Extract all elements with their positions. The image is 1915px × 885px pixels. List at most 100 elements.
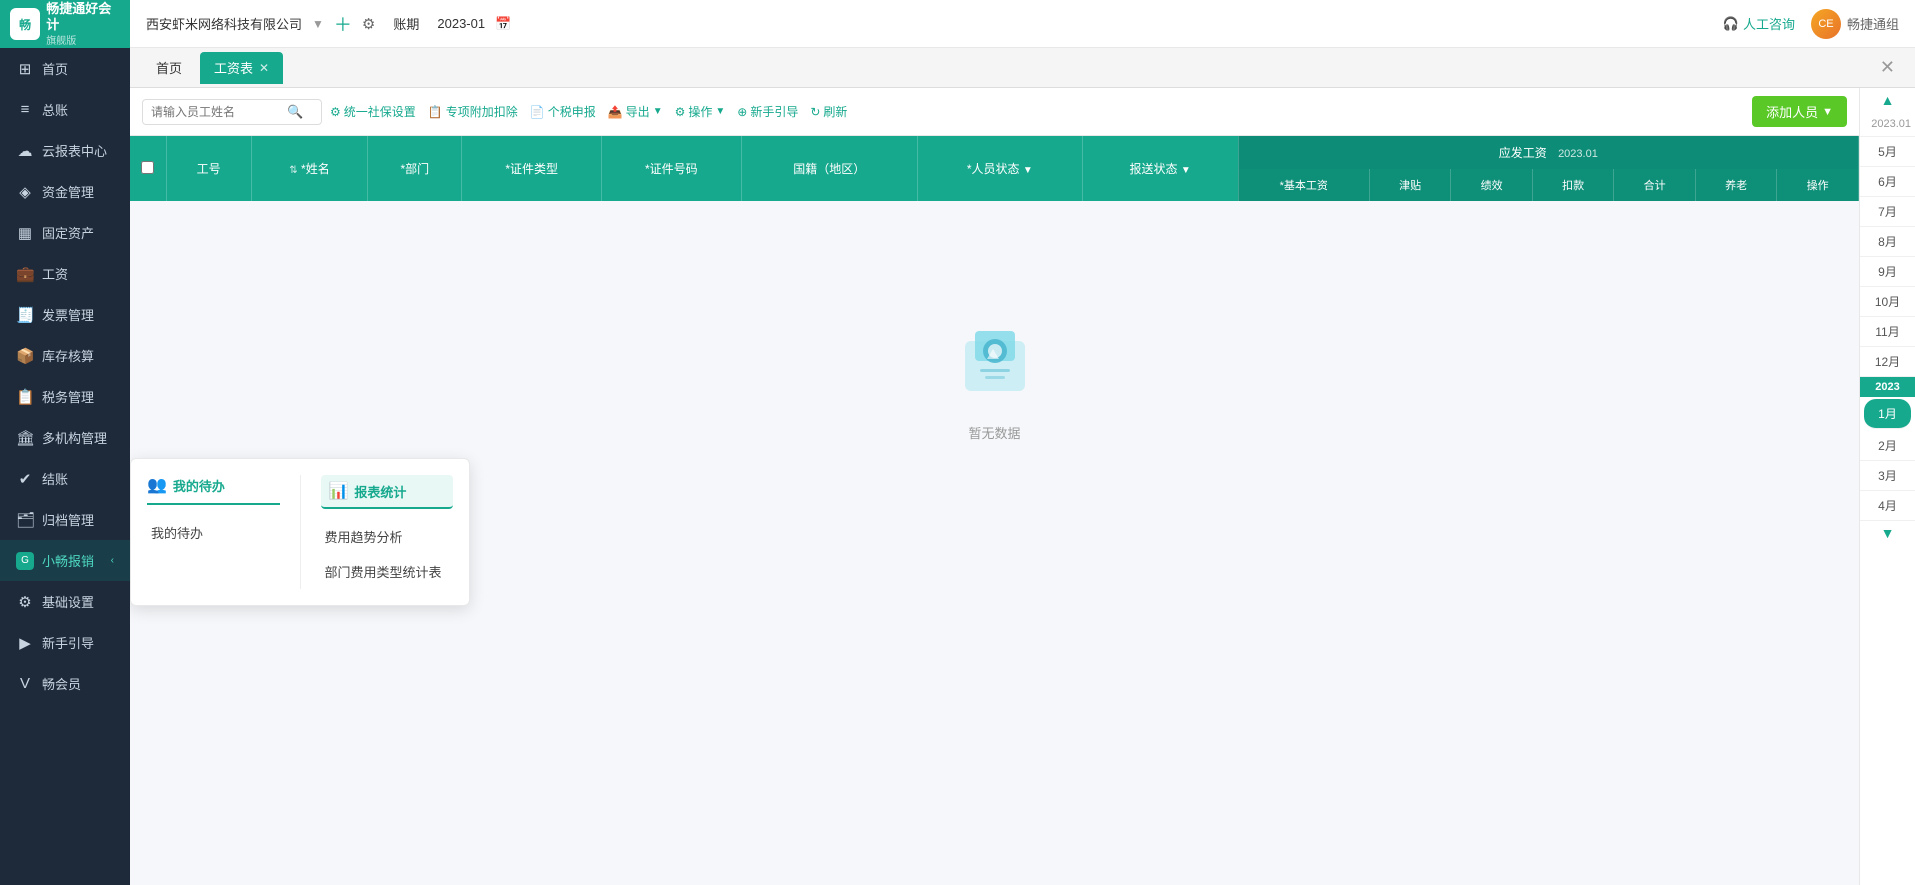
report-status-filter-icon[interactable]: ▼ xyxy=(1181,165,1191,176)
user-menu-button[interactable]: CE 畅捷通组 xyxy=(1811,9,1899,39)
sidebar-item-member[interactable]: V 畅会员 xyxy=(0,663,130,704)
sidebar-label-checkout: 结账 xyxy=(42,469,68,488)
sidebar-label-inventory: 库存核算 xyxy=(42,346,94,365)
sidebar-item-invoice[interactable]: 🧾 发票管理 xyxy=(0,294,130,335)
header-country: 国籍（地区） xyxy=(741,136,917,201)
export-action[interactable]: 📤 导出 ▼ xyxy=(608,103,663,120)
header-checkbox[interactable] xyxy=(130,136,166,201)
company-settings-icon[interactable]: ⚙ xyxy=(362,15,375,33)
tab-salary[interactable]: 工资表 ✕ xyxy=(200,52,283,84)
month-6[interactable]: 6月 xyxy=(1860,167,1915,197)
sidebar-item-tax[interactable]: 📋 税务管理 xyxy=(0,376,130,417)
sidebar-item-basic-settings[interactable]: ⚙ 基础设置 xyxy=(0,581,130,622)
month-4[interactable]: 4月 xyxy=(1860,491,1915,521)
refresh-action[interactable]: ↻ 刷新 xyxy=(810,103,847,120)
popup-expense-trend[interactable]: 费用趋势分析 xyxy=(321,519,454,554)
sidebar-item-archive[interactable]: 🗂 归档管理 xyxy=(0,499,130,540)
period-value: 2023-01 xyxy=(437,16,485,31)
cloud-icon: ☁ xyxy=(16,142,34,160)
main-area: 西安虾米网络科技有限公司 ▼ ＋ ⚙ 账期 2023-01 📅 🎧 人工咨询 C… xyxy=(130,0,1915,885)
salary-icon: 💼 xyxy=(16,265,34,283)
popup-todo-title: 我的待办 xyxy=(173,476,225,495)
special-deduct-label: 专项附加扣除 xyxy=(446,103,518,120)
month-1[interactable]: 1月 xyxy=(1864,399,1911,429)
month-10[interactable]: 10月 xyxy=(1860,287,1915,317)
header-job-no: 工号 xyxy=(166,136,251,201)
select-all-checkbox[interactable] xyxy=(141,161,154,174)
sub-header-performance: 绩效 xyxy=(1451,169,1533,201)
personal-tax-action[interactable]: 📄 个税申报 xyxy=(530,103,596,120)
support-button[interactable]: 🎧 人工咨询 xyxy=(1723,14,1795,33)
sidebar-item-expense[interactable]: G 小畅报销 ‹ xyxy=(0,540,130,581)
name-sort-icon[interactable]: ⇅ xyxy=(289,165,297,176)
popup-col-todo: 👥 我的待办 我的待办 xyxy=(147,475,280,589)
app-logo: 畅 畅捷通好会计 旗舰版 xyxy=(0,0,130,48)
sidebar-label-archive: 归档管理 xyxy=(42,510,94,529)
sidebar-label-member: 畅会员 xyxy=(42,674,81,693)
calendar-icon[interactable]: 📅 xyxy=(495,16,511,32)
popup-columns: 👥 我的待办 我的待办 📊 报表统计 费用趋势分析 部门费用类型统计表 xyxy=(131,459,469,605)
month-7[interactable]: 7月 xyxy=(1860,197,1915,227)
prev-year-label: 2023.01 xyxy=(1860,112,1915,137)
social-insurance-action[interactable]: ⚙ 统一社保设置 xyxy=(330,103,416,120)
sidebar-item-fixed-assets[interactable]: ▦ 固定资产 xyxy=(0,212,130,253)
social-insurance-icon: ⚙ xyxy=(330,105,341,119)
sidebar-item-home[interactable]: ⊞ 首页 xyxy=(0,48,130,89)
checkout-icon: ✔ xyxy=(16,470,34,488)
search-box[interactable]: 🔍 xyxy=(142,99,322,125)
month-9[interactable]: 9月 xyxy=(1860,257,1915,287)
sidebar-label-settings: 基础设置 xyxy=(42,592,94,611)
social-insurance-label: 统一社保设置 xyxy=(344,103,416,120)
month-11[interactable]: 11月 xyxy=(1860,317,1915,347)
month-3[interactable]: 3月 xyxy=(1860,461,1915,491)
add-person-button[interactable]: 添加人员 ▼ xyxy=(1752,96,1847,127)
expense-icon: G xyxy=(16,552,34,570)
sub-header-total: 合计 xyxy=(1614,169,1696,201)
special-deduct-icon: 📋 xyxy=(428,105,443,119)
sidebar-label-invoice: 发票管理 xyxy=(42,305,94,324)
sidebar-item-cloud-report[interactable]: ☁ 云报表中心 xyxy=(0,130,130,171)
add-person-arrow-icon: ▼ xyxy=(1822,106,1833,118)
month-up-nav[interactable]: ▲ xyxy=(1860,88,1915,112)
todo-header-icon: 👥 xyxy=(147,475,167,495)
month-8[interactable]: 8月 xyxy=(1860,227,1915,257)
year-2023-label: 2023 xyxy=(1860,377,1915,397)
special-deduct-action[interactable]: 📋 专项附加扣除 xyxy=(428,103,518,120)
popup-dept-expense[interactable]: 部门费用类型统计表 xyxy=(321,554,454,589)
year-label: 2023.01 xyxy=(1558,148,1598,160)
person-status-filter-icon[interactable]: ▼ xyxy=(1023,165,1033,176)
tab-home-label: 首页 xyxy=(156,58,182,77)
sidebar-item-checkout[interactable]: ✔ 结账 xyxy=(0,458,130,499)
month-down-nav[interactable]: ▼ xyxy=(1860,521,1915,545)
sidebar-item-salary[interactable]: 💼 工资 xyxy=(0,253,130,294)
global-close-button[interactable]: ✕ xyxy=(1872,57,1903,78)
salary-table: 工号 ⇅ *姓名 *部门 *证件类型 *证件号码 国籍（地区） *人员状态 ▼ xyxy=(130,136,1859,201)
month-5[interactable]: 5月 xyxy=(1860,137,1915,167)
search-input[interactable] xyxy=(151,105,281,119)
new-guide-action[interactable]: ⊕ 新手引导 xyxy=(737,103,798,120)
sidebar-item-multi-org[interactable]: 🏛 多机构管理 xyxy=(0,417,130,458)
company-arrow-icon[interactable]: ▼ xyxy=(312,17,324,31)
headset-icon: 🎧 xyxy=(1723,16,1739,32)
add-company-button[interactable]: ＋ xyxy=(334,11,352,37)
popup-my-todo[interactable]: 我的待办 xyxy=(147,515,280,550)
personal-tax-icon: 📄 xyxy=(530,105,545,119)
support-label: 人工咨询 xyxy=(1743,14,1795,33)
sidebar-label-multi-org: 多机构管理 xyxy=(42,428,107,447)
header-report-status: 报送状态 ▼ xyxy=(1082,136,1238,201)
header-id-no: *证件号码 xyxy=(601,136,741,201)
popup-divider xyxy=(300,475,301,589)
month-12[interactable]: 12月 xyxy=(1860,347,1915,377)
home-icon: ⊞ xyxy=(16,60,34,78)
tab-home[interactable]: 首页 xyxy=(142,52,196,84)
operations-action[interactable]: ⚙ 操作 ▼ xyxy=(675,103,726,120)
sidebar-item-inventory[interactable]: 📦 库存核算 xyxy=(0,335,130,376)
sidebar-item-ledger[interactable]: ≡ 总账 xyxy=(0,89,130,130)
sidebar-item-new-guide[interactable]: ▶ 新手引导 xyxy=(0,622,130,663)
sidebar-item-fund[interactable]: ◈ 资金管理 xyxy=(0,171,130,212)
sub-header-pension: 养老 xyxy=(1695,169,1777,201)
sidebar-label-ledger: 总账 xyxy=(42,100,68,119)
month-2[interactable]: 2月 xyxy=(1860,431,1915,461)
avatar: CE xyxy=(1811,9,1841,39)
tab-close-icon[interactable]: ✕ xyxy=(259,61,269,75)
